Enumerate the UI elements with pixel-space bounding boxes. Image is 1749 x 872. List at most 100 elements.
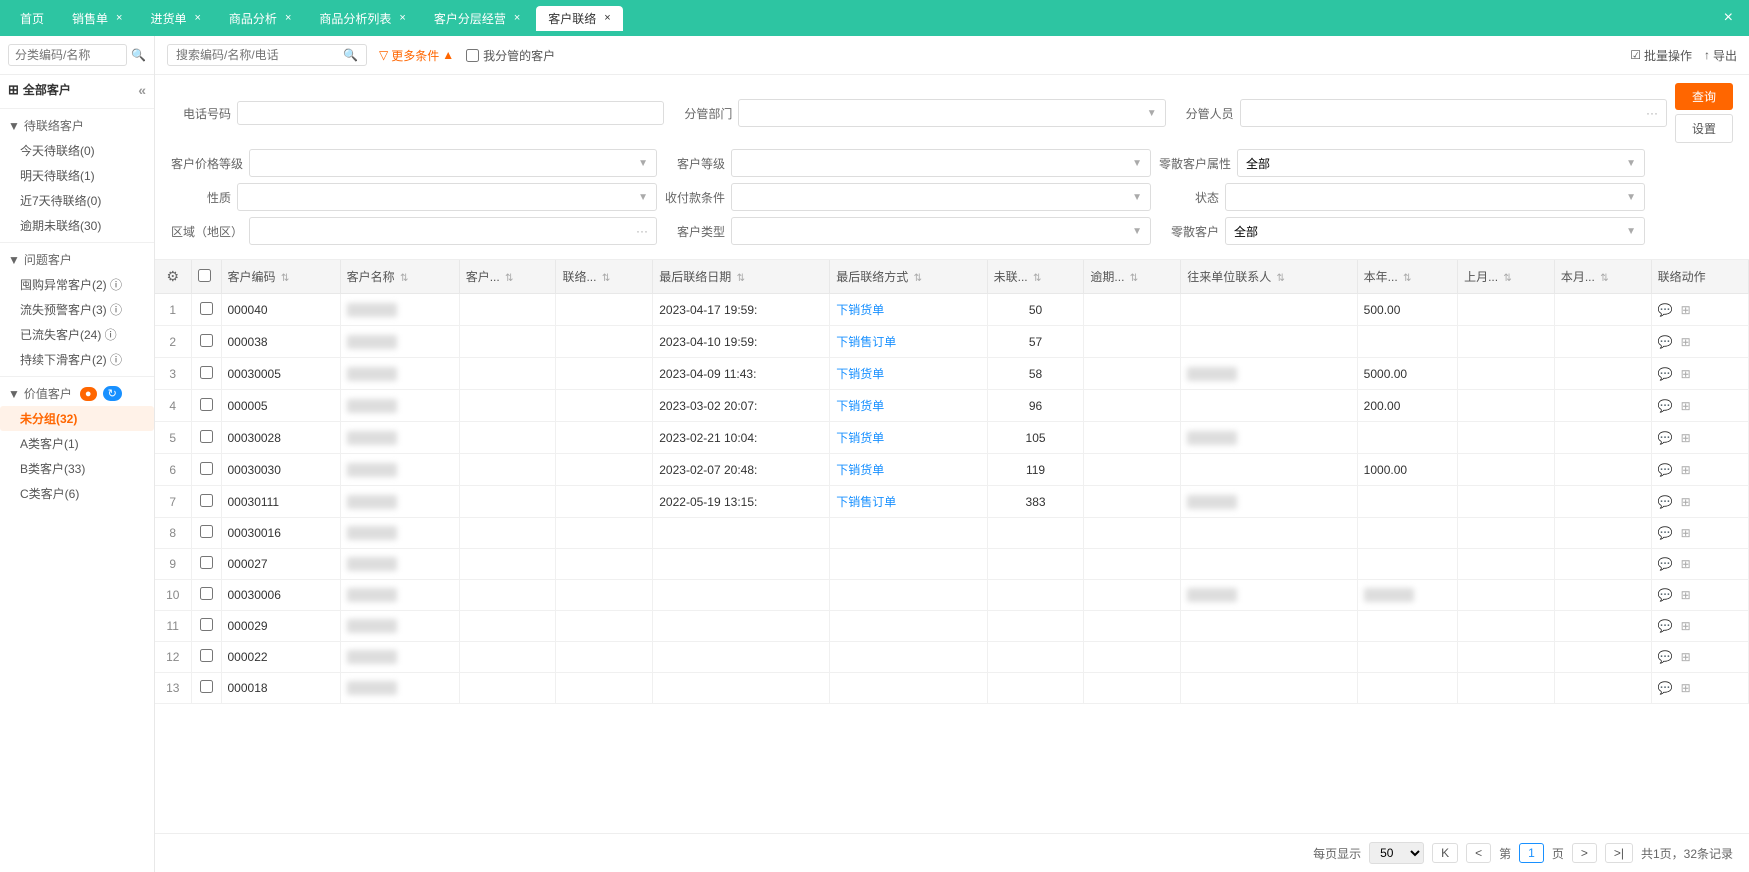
tab-goods-analysis[interactable]: 商品分析 ×: [217, 6, 303, 31]
overdue-sort-icon[interactable]: ⇅: [1130, 273, 1138, 284]
close-goods-list-tab[interactable]: ×: [399, 12, 405, 24]
partner-sort-icon[interactable]: ⇅: [1277, 273, 1285, 284]
first-page-btn[interactable]: K: [1432, 843, 1458, 863]
grid-icon[interactable]: ⊞: [1681, 526, 1691, 540]
col-last-date[interactable]: 最后联络日期 ⇅: [653, 260, 830, 294]
sidebar-item-churned[interactable]: 已流失客户(24) ⓘ: [0, 322, 154, 347]
sidebar-item-declining[interactable]: 持续下滑客户(2) ⓘ: [0, 347, 154, 372]
col-overdue[interactable]: 逾期... ⇅: [1084, 260, 1181, 294]
last-method-sort-icon[interactable]: ⇅: [914, 273, 922, 284]
type-sort-icon[interactable]: ⇅: [505, 273, 513, 284]
row-last-method[interactable]: [830, 642, 987, 673]
next-page-btn[interactable]: >: [1572, 843, 1597, 863]
chat-icon[interactable]: 💬: [1658, 650, 1673, 664]
tab-home[interactable]: 首页: [8, 6, 56, 31]
last-method-link[interactable]: 下销货单: [836, 463, 884, 477]
chat-icon[interactable]: 💬: [1658, 619, 1673, 633]
col-partner[interactable]: 往来单位联系人 ⇅: [1181, 260, 1357, 294]
prev-page-btn[interactable]: <: [1466, 843, 1491, 863]
sidebar-item-today-pending[interactable]: 今天待联络(0): [0, 138, 154, 163]
row-checkbox[interactable]: [191, 326, 221, 358]
sidebar-item-ungrouped[interactable]: 未分组(32): [0, 406, 154, 431]
row-checkbox[interactable]: [191, 294, 221, 326]
my-customers-check[interactable]: [466, 49, 479, 62]
filter-search-input[interactable]: [176, 48, 339, 62]
filter-search-icon[interactable]: 🔍: [343, 48, 358, 62]
grid-icon[interactable]: ⊞: [1681, 557, 1691, 571]
export-button[interactable]: ↑ 导出: [1704, 47, 1737, 64]
chat-icon[interactable]: 💬: [1658, 431, 1673, 445]
row-checkbox[interactable]: [191, 454, 221, 486]
grid-icon[interactable]: ⊞: [1681, 495, 1691, 509]
payment-select[interactable]: ▼: [731, 183, 1151, 211]
col-contact[interactable]: 联络... ⇅: [556, 260, 653, 294]
close-sales-tab[interactable]: ×: [116, 12, 122, 24]
last-month-sort-icon[interactable]: ⇅: [1503, 273, 1511, 284]
search-button[interactable]: 查询: [1675, 83, 1733, 110]
dept-select[interactable]: ▼: [738, 99, 1165, 127]
chat-icon[interactable]: 💬: [1658, 367, 1673, 381]
row-checkbox[interactable]: [191, 611, 221, 642]
col-type[interactable]: 客户... ⇅: [459, 260, 556, 294]
col-not-contacted[interactable]: 未联... ⇅: [987, 260, 1084, 294]
chat-icon[interactable]: 💬: [1658, 495, 1673, 509]
chat-icon[interactable]: 💬: [1658, 526, 1673, 540]
close-customer-contact-tab[interactable]: ×: [604, 12, 610, 24]
customer-level-select[interactable]: ▼: [731, 149, 1151, 177]
col-settings[interactable]: ⚙: [155, 260, 191, 294]
name-sort-icon[interactable]: ⇅: [400, 273, 408, 284]
last-method-link[interactable]: 下销货单: [836, 399, 884, 413]
row-checkbox[interactable]: [191, 549, 221, 580]
row-last-method[interactable]: 下销货单: [830, 422, 987, 454]
customer-type-select[interactable]: ▼: [731, 217, 1151, 245]
row-last-method[interactable]: 下销货单: [830, 454, 987, 486]
code-sort-icon[interactable]: ⇅: [281, 273, 289, 284]
last-method-link[interactable]: 下销货单: [836, 303, 884, 317]
sidebar-item-churn-warning[interactable]: 流失预警客户(3) ⓘ: [0, 297, 154, 322]
grid-icon[interactable]: ⊞: [1681, 463, 1691, 477]
row-checkbox[interactable]: [191, 642, 221, 673]
last-method-link[interactable]: 下销售订单: [836, 495, 896, 509]
contact-sort-icon[interactable]: ⇅: [602, 273, 610, 284]
retail-customer-select[interactable]: 全部 ▼: [1225, 217, 1645, 245]
chat-icon[interactable]: 💬: [1658, 335, 1673, 349]
nature-select[interactable]: ▼: [237, 183, 657, 211]
filter-more-conditions[interactable]: ▽ 更多条件 ▲: [379, 47, 454, 64]
row-last-method[interactable]: [830, 580, 987, 611]
bulk-ops-button[interactable]: ☑ 批量操作: [1630, 47, 1692, 64]
close-purchase-tab[interactable]: ×: [194, 12, 200, 24]
grid-icon[interactable]: ⊞: [1681, 335, 1691, 349]
chat-icon[interactable]: 💬: [1658, 681, 1673, 695]
last-method-link[interactable]: 下销货单: [836, 367, 884, 381]
tab-goods-list[interactable]: 商品分析列表 ×: [307, 6, 417, 31]
group-value-customers[interactable]: ▼ 价值客户 ● ↻: [0, 381, 154, 406]
last-method-link[interactable]: 下销售订单: [836, 335, 896, 349]
region-select[interactable]: ···: [249, 217, 657, 245]
row-last-method[interactable]: [830, 518, 987, 549]
chat-icon[interactable]: 💬: [1658, 557, 1673, 571]
sidebar-item-class-a[interactable]: A类客户(1): [0, 431, 154, 456]
chat-icon[interactable]: 💬: [1658, 399, 1673, 413]
grid-icon[interactable]: ⊞: [1681, 367, 1691, 381]
my-customers-checkbox[interactable]: 我分管的客户: [466, 47, 555, 64]
select-all-checkbox[interactable]: [198, 269, 211, 282]
grid-icon[interactable]: ⊞: [1681, 303, 1691, 317]
row-checkbox[interactable]: [191, 422, 221, 454]
retail-attr-select[interactable]: 全部 ▼: [1237, 149, 1645, 177]
row-last-method[interactable]: [830, 611, 987, 642]
sidebar-item-7days-pending[interactable]: 近7天待联络(0): [0, 188, 154, 213]
last-date-sort-icon[interactable]: ⇅: [737, 273, 745, 284]
last-method-link[interactable]: 下销货单: [836, 431, 884, 445]
not-contacted-sort-icon[interactable]: ⇅: [1033, 273, 1041, 284]
sidebar-item-class-c[interactable]: C类客户(6): [0, 481, 154, 506]
col-last-month[interactable]: 上月... ⇅: [1458, 260, 1555, 294]
close-customer-tier-tab[interactable]: ×: [514, 12, 520, 24]
chat-icon[interactable]: 💬: [1658, 463, 1673, 477]
status-select[interactable]: ▼: [1225, 183, 1645, 211]
row-checkbox[interactable]: [191, 673, 221, 704]
price-level-select[interactable]: ▼: [249, 149, 657, 177]
grid-icon[interactable]: ⊞: [1681, 619, 1691, 633]
sidebar-collapse-btn[interactable]: «: [138, 82, 146, 98]
last-page-btn[interactable]: >|: [1605, 843, 1633, 863]
row-checkbox[interactable]: [191, 580, 221, 611]
